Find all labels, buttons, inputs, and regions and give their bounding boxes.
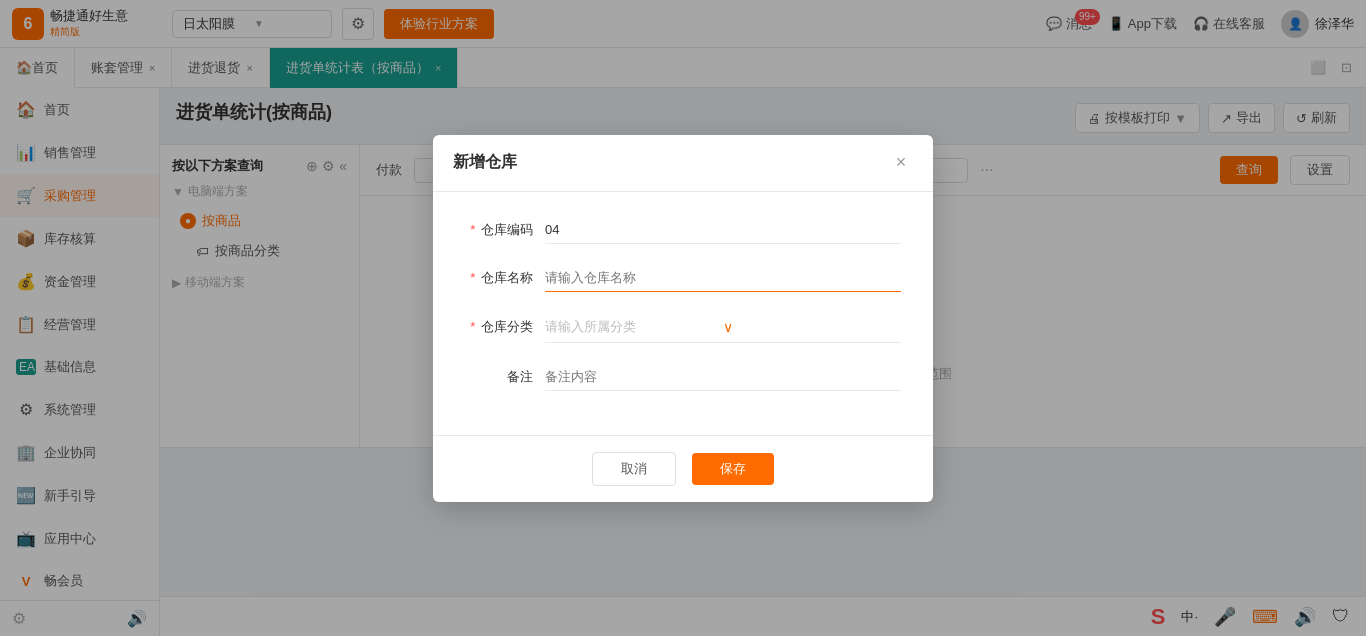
code-required-star: *	[470, 222, 475, 237]
warehouse-code-label: * 仓库编码	[465, 221, 545, 239]
warehouse-name-input[interactable]	[545, 264, 901, 292]
category-dropdown-icon: ∨	[723, 319, 901, 335]
new-warehouse-dialog: 新增仓库 × * 仓库编码 * 仓库名称	[433, 135, 933, 502]
dialog-footer: 取消 保存	[433, 435, 933, 502]
dialog-body: * 仓库编码 * 仓库名称 * 仓库分类 请输入	[433, 192, 933, 435]
warehouse-remark-input[interactable]	[545, 363, 901, 391]
cancel-button[interactable]: 取消	[592, 452, 676, 486]
name-required-star: *	[470, 270, 475, 285]
category-placeholder: 请输入所属分类	[545, 318, 723, 336]
warehouse-category-field: * 仓库分类 请输入所属分类 ∨	[465, 312, 901, 343]
save-button[interactable]: 保存	[692, 453, 774, 485]
warehouse-category-label: * 仓库分类	[465, 318, 545, 336]
warehouse-remark-field: 备注	[465, 363, 901, 391]
dialog-header: 新增仓库 ×	[433, 135, 933, 192]
warehouse-name-field: * 仓库名称	[465, 264, 901, 292]
warehouse-category-select[interactable]: 请输入所属分类 ∨	[545, 312, 901, 343]
category-required-star: *	[470, 319, 475, 334]
warehouse-code-input[interactable]	[545, 216, 901, 244]
warehouse-remark-label: 备注	[465, 368, 545, 386]
warehouse-name-label: * 仓库名称	[465, 269, 545, 287]
dialog-overlay: 新增仓库 × * 仓库编码 * 仓库名称	[0, 0, 1366, 636]
warehouse-code-field: * 仓库编码	[465, 216, 901, 244]
dialog-title: 新增仓库	[453, 152, 517, 173]
dialog-close-button[interactable]: ×	[889, 151, 913, 175]
